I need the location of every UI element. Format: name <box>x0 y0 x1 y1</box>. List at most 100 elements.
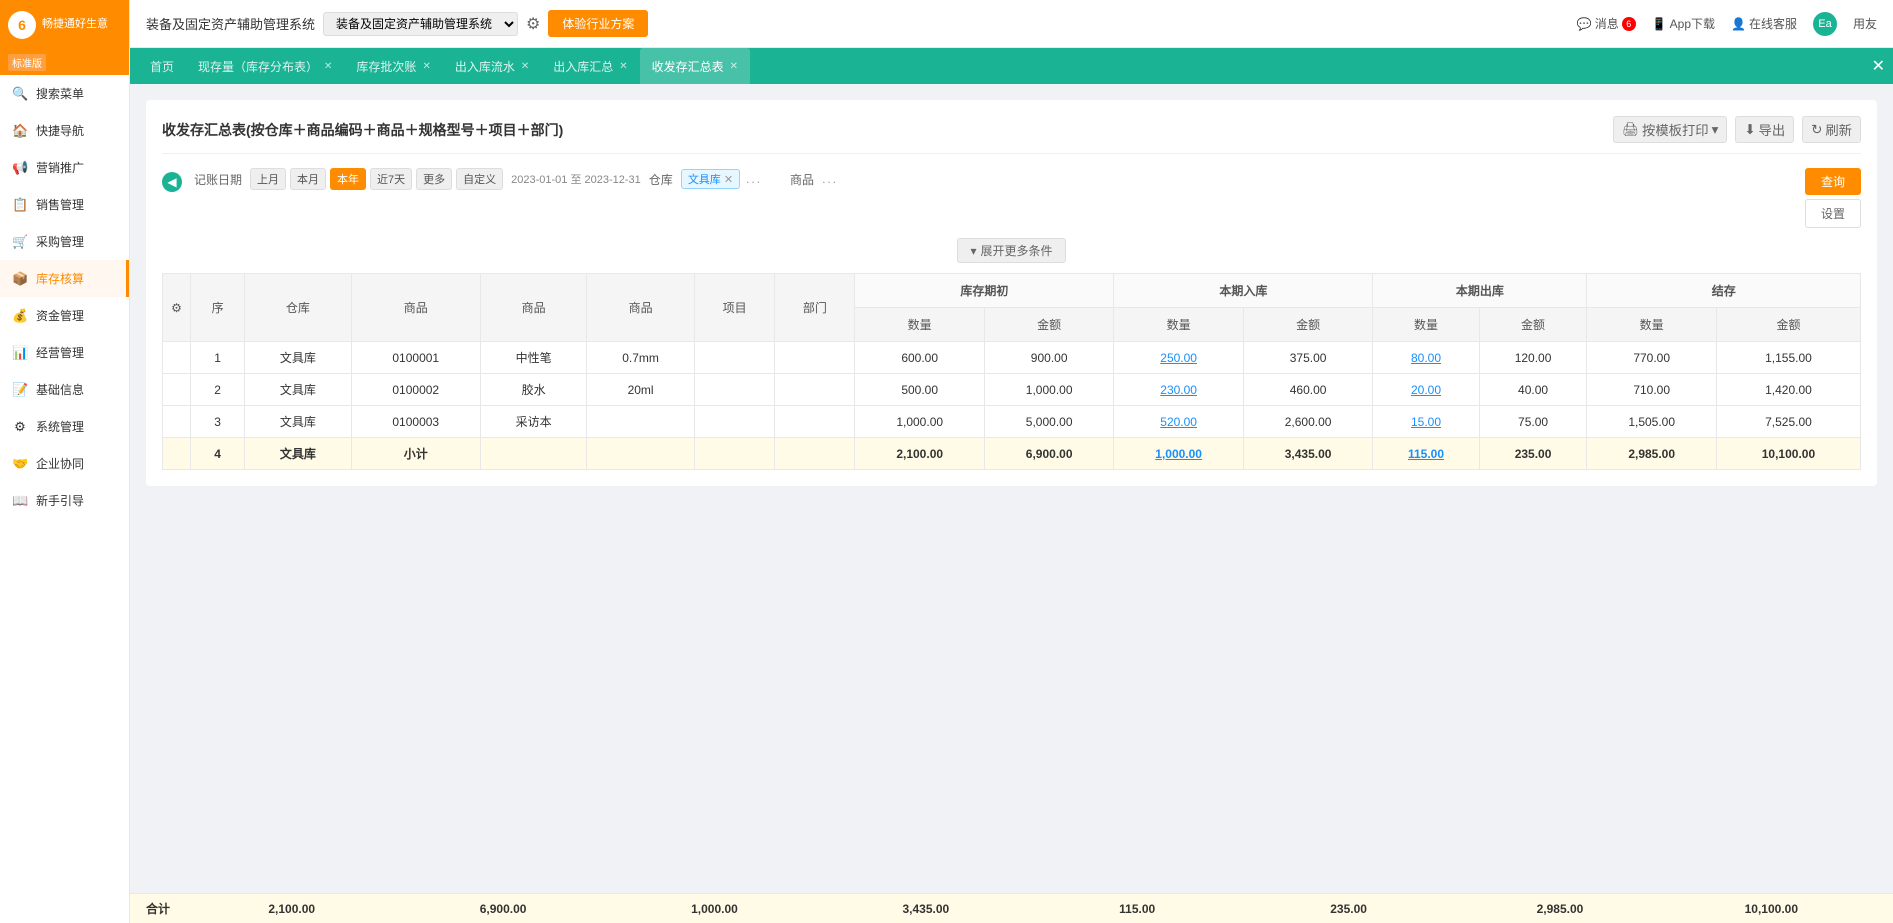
row-in-qty[interactable]: 230.00 <box>1114 374 1243 406</box>
date-btn-more[interactable]: 更多 <box>416 168 452 190</box>
col-group-period-in: 本期入库 <box>1114 274 1373 308</box>
sidebar-item-sales[interactable]: 📋销售管理 <box>0 186 129 223</box>
tab-batch-ledger[interactable]: 库存批次账 ✕ <box>344 48 442 84</box>
filter-actions: 查询 设置 <box>1805 168 1861 228</box>
col-out-amt: 金额 <box>1479 308 1587 342</box>
row-out-qty[interactable]: 20.00 <box>1373 374 1479 406</box>
row-opening-qty: 500.00 <box>855 374 984 406</box>
row-no: 2 <box>191 374 245 406</box>
user-name[interactable]: 用友 <box>1853 15 1877 32</box>
query-btn[interactable]: 查询 <box>1805 168 1861 195</box>
sidebar-nav: 🔍搜索菜单 🏠快捷导航 📢营销推广 📋销售管理 🛒采购管理 📦库存核算 💰资金管… <box>0 75 129 923</box>
gear-icon[interactable]: ⚙ <box>526 14 540 34</box>
expand-more-btn[interactable]: ▾ 展开更多条件 <box>957 238 1065 263</box>
tab-close-inout-summary[interactable]: ✕ <box>619 61 627 72</box>
row-balance-qty: 1,505.00 <box>1587 406 1716 438</box>
row-out-qty[interactable]: 80.00 <box>1373 342 1479 374</box>
warehouse-more-dots[interactable]: ... <box>746 172 762 186</box>
total-opening-amt: 6,900.00 <box>397 902 608 916</box>
table-settings-icon: ⚙ <box>171 301 182 315</box>
subtotal-opening-qty: 2,100.00 <box>855 438 984 470</box>
home-icon: 🏠 <box>12 123 28 139</box>
date-btn-7days[interactable]: 近7天 <box>370 168 412 190</box>
tab-home[interactable]: 首页 <box>138 48 186 84</box>
refresh-btn[interactable]: ↻ 刷新 <box>1802 116 1861 143</box>
sidebar-item-inventory[interactable]: 📦库存核算 <box>0 260 129 297</box>
row-opening-qty: 1,000.00 <box>855 406 984 438</box>
messages-btn[interactable]: 💬 消息 6 <box>1577 15 1636 32</box>
system-select[interactable]: 装备及固定资产辅助管理系统 <box>323 12 518 36</box>
sidebar-item-enterprise[interactable]: 🤝企业协同 <box>0 445 129 482</box>
tab-inventory-dist[interactable]: 现存量（库存分布表） ✕ <box>186 48 344 84</box>
filter-row: 记账日期 上月 本月 本年 近7天 更多 自定义 2023-01-01 至 20… <box>194 168 1793 190</box>
row-warehouse: 文具库 <box>245 374 351 406</box>
filter-settings-btn[interactable]: 设置 <box>1805 199 1861 228</box>
search-icon: 🔍 <box>12 86 28 102</box>
total-in-amt: 3,435.00 <box>820 902 1031 916</box>
col-goods-spec: 商品 <box>587 274 695 342</box>
subtotal-in-qty[interactable]: 1,000.00 <box>1114 438 1243 470</box>
close-all-tabs[interactable]: ✕ <box>1872 56 1885 76</box>
col-opening-amt: 金额 <box>984 308 1113 342</box>
row-out-qty[interactable]: 15.00 <box>1373 406 1479 438</box>
tab-inout-summary[interactable]: 出入库汇总 ✕ <box>541 48 639 84</box>
sidebar-item-system[interactable]: ⚙系统管理 <box>0 408 129 445</box>
col-no: 序 <box>191 274 245 342</box>
sidebar-item-base-info[interactable]: 📝基础信息 <box>0 371 129 408</box>
tab-recv-send-summary[interactable]: 收发存汇总表 ✕ <box>640 48 750 84</box>
tab-close-batch-ledger[interactable]: ✕ <box>422 61 430 72</box>
row-in-amt: 2,600.00 <box>1243 406 1372 438</box>
print-btn[interactable]: 🖨 按模板打印 ▾ <box>1613 116 1727 143</box>
goods-more-dots[interactable]: ... <box>822 172 838 186</box>
row-goods-code: 0100001 <box>351 342 480 374</box>
app-download-btn[interactable]: 📱 App下载 <box>1652 15 1715 32</box>
sidebar-item-label: 库存核算 <box>36 270 84 287</box>
subtotal-out-qty[interactable]: 115.00 <box>1373 438 1479 470</box>
subtotal-no: 4 <box>191 438 245 470</box>
tab-close-inout-flow[interactable]: ✕ <box>521 61 529 72</box>
date-btn-this-month[interactable]: 本月 <box>290 168 326 190</box>
total-in-qty: 1,000.00 <box>609 902 820 916</box>
operations-icon: 📊 <box>12 345 28 361</box>
row-in-qty[interactable]: 520.00 <box>1114 406 1243 438</box>
user-avatar[interactable]: Ea <box>1813 12 1837 36</box>
page-title: 收发存汇总表(按仓库＋商品编码＋商品＋规格型号＋项目＋部门) <box>162 120 563 140</box>
sidebar-item-finance[interactable]: 💰资金管理 <box>0 297 129 334</box>
sidebar-item-quick-nav[interactable]: 🏠快捷导航 <box>0 112 129 149</box>
sidebar-item-label: 营销推广 <box>36 159 84 176</box>
filter-toggle-btn[interactable]: ◀ <box>162 172 182 192</box>
sales-icon: 📋 <box>12 197 28 213</box>
edition-row: 标准版 <box>0 50 129 75</box>
row-goods-code: 0100003 <box>351 406 480 438</box>
enterprise-icon: 🤝 <box>12 456 28 472</box>
date-btn-custom[interactable]: 自定义 <box>456 168 503 190</box>
bottom-total-bar: 合计 2,100.00 6,900.00 1,000.00 3,435.00 1… <box>130 893 1893 923</box>
export-btn[interactable]: ⬇ 导出 <box>1735 116 1794 143</box>
chevron-left-icon: ◀ <box>167 175 176 189</box>
row-warehouse: 文具库 <box>245 406 351 438</box>
col-project: 项目 <box>694 274 774 342</box>
experience-btn[interactable]: 体验行业方案 <box>548 10 648 37</box>
sidebar-item-operations[interactable]: 📊经营管理 <box>0 334 129 371</box>
guide-icon: 📖 <box>12 493 28 509</box>
row-in-amt: 375.00 <box>1243 342 1372 374</box>
sidebar-item-guide[interactable]: 📖新手引导 <box>0 482 129 519</box>
sidebar-item-search[interactable]: 🔍搜索菜单 <box>0 75 129 112</box>
data-table-wrap: ⚙ 序 仓库 商品 商品 商品 项目 部门 库存期初 本期入库 本期出库 <box>162 273 1861 470</box>
row-no: 1 <box>191 342 245 374</box>
table-settings-col[interactable]: ⚙ <box>163 274 191 342</box>
row-in-qty[interactable]: 250.00 <box>1114 342 1243 374</box>
online-service-btn[interactable]: 👤 在线客服 <box>1731 15 1797 32</box>
date-range: 2023-01-01 至 2023-12-31 <box>511 171 641 187</box>
date-btn-this-year[interactable]: 本年 <box>330 168 366 190</box>
sidebar-item-purchase[interactable]: 🛒采购管理 <box>0 223 129 260</box>
tab-close-inventory-dist[interactable]: ✕ <box>324 61 332 72</box>
row-goods-name: 胶水 <box>480 374 586 406</box>
tab-close-recv-send[interactable]: ✕ <box>730 61 738 72</box>
warehouse-tag-close[interactable]: ✕ <box>724 173 733 186</box>
sidebar-item-marketing[interactable]: 📢营销推广 <box>0 149 129 186</box>
row-warehouse: 文具库 <box>245 342 351 374</box>
tab-inout-flow[interactable]: 出入库流水 ✕ <box>443 48 541 84</box>
date-btn-last-month[interactable]: 上月 <box>250 168 286 190</box>
col-group-period-out: 本期出库 <box>1373 274 1587 308</box>
